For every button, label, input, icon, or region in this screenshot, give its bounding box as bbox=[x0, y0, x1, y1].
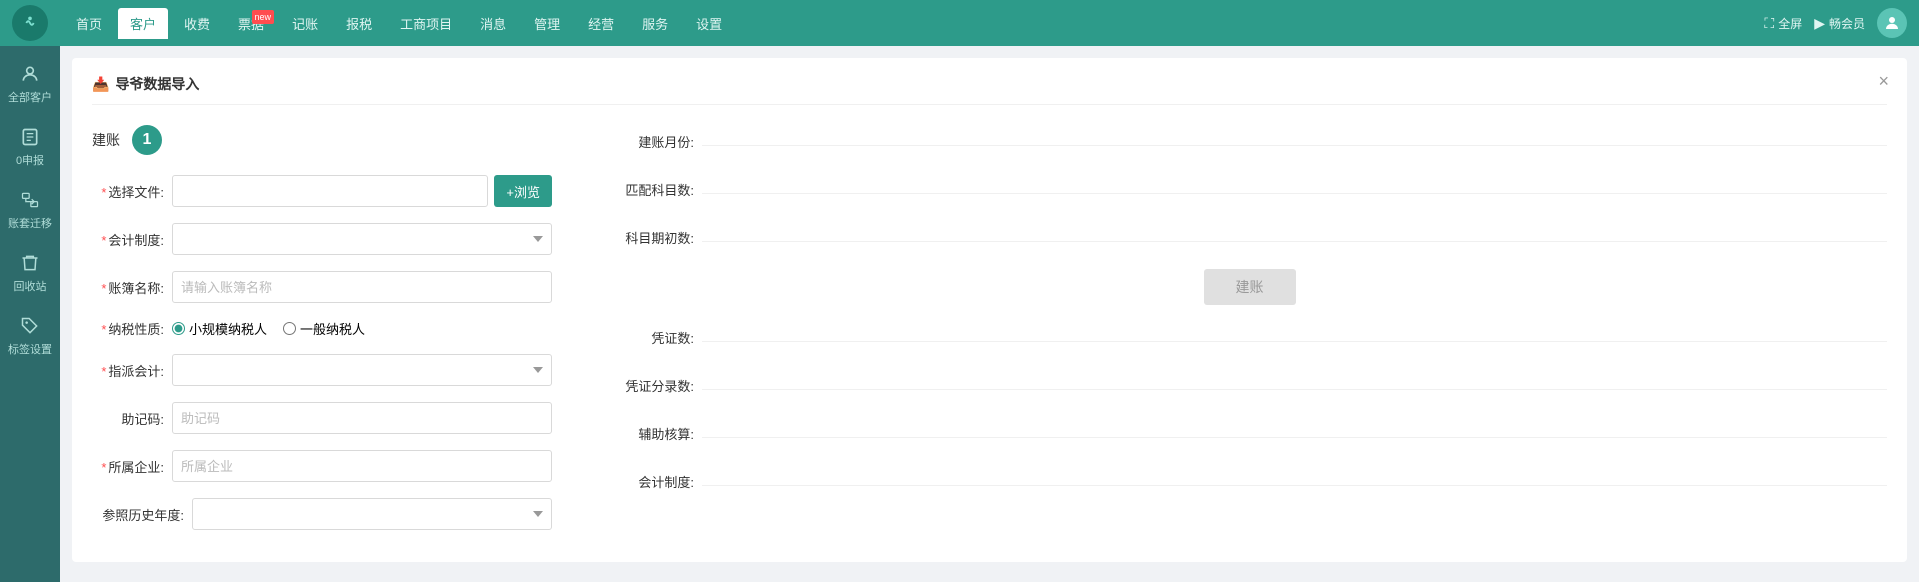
nav-item-message[interactable]: 消息 bbox=[468, 8, 518, 39]
step-indicator: 建账 1 bbox=[92, 125, 552, 155]
file-row: 选择文件: +浏览 bbox=[92, 175, 552, 207]
ledger-name-row: 账簿名称: bbox=[92, 271, 552, 303]
voucher-entries-label: 凭证分录数: bbox=[612, 376, 702, 395]
user-icon bbox=[18, 62, 42, 86]
auxiliary-value bbox=[702, 429, 1887, 438]
small-taxpayer-radio[interactable] bbox=[172, 322, 185, 335]
import-card: 📥 导爷数据导入 × 建账 1 选择文件: bbox=[72, 58, 1907, 562]
right-accounting-system-row: 会计制度: bbox=[612, 465, 1887, 497]
nav-item-home[interactable]: 首页 bbox=[64, 8, 114, 39]
company-label: 所属企业: bbox=[92, 457, 172, 476]
nav-item-service[interactable]: 服务 bbox=[630, 8, 680, 39]
card-header: 📥 导爷数据导入 bbox=[92, 74, 1887, 105]
memo-row: 助记码: bbox=[92, 402, 552, 434]
main-content: 📥 导爷数据导入 × 建账 1 选择文件: bbox=[60, 46, 1919, 582]
history-year-label: 参照历史年度: bbox=[92, 505, 192, 524]
ledger-name-label: 账簿名称: bbox=[92, 278, 172, 297]
subject-opening-row: 科目期初数: bbox=[612, 221, 1887, 253]
nav-item-business[interactable]: 工商项目 bbox=[388, 8, 464, 39]
assigned-accountant-select[interactable] bbox=[172, 354, 552, 386]
file-input-area: +浏览 bbox=[172, 175, 552, 207]
ledger-name-input[interactable] bbox=[172, 271, 552, 303]
accounting-month-value bbox=[702, 137, 1887, 146]
top-navigation: 首页 客户 收费 票据 new 记账 报税 工商项目 消息 管理 经营 服务 设… bbox=[0, 0, 1919, 46]
sidebar-item-trash[interactable]: 回收站 bbox=[0, 243, 60, 302]
tax-type-radio-group: 小规模纳税人 一般纳税人 bbox=[172, 319, 365, 338]
voucher-count-label: 凭证数: bbox=[612, 328, 702, 347]
form-right: 建账月份: 匹配科目数: 科目期初数: 建账 bbox=[592, 125, 1887, 546]
accounting-system-row: 会计制度: bbox=[92, 223, 552, 255]
nav-item-settings[interactable]: 设置 bbox=[684, 8, 734, 39]
voucher-count-value bbox=[702, 333, 1887, 342]
nav-item-operation[interactable]: 经营 bbox=[576, 8, 626, 39]
accounting-month-label: 建账月份: bbox=[612, 132, 702, 151]
card-title: 导爷数据导入 bbox=[115, 74, 199, 94]
tax-type-label: 纳税性质: bbox=[92, 319, 172, 338]
voucher-entries-value bbox=[702, 381, 1887, 390]
sidebar-item-declaration[interactable]: 0申报 bbox=[0, 117, 60, 176]
assigned-accountant-row: 指派会计: bbox=[92, 354, 552, 386]
company-input[interactable] bbox=[172, 450, 552, 482]
company-row: 所属企业: bbox=[92, 450, 552, 482]
match-subjects-value bbox=[702, 185, 1887, 194]
sidebar-item-transfer[interactable]: 账套迁移 bbox=[0, 180, 60, 239]
auxiliary-label: 辅助核算: bbox=[612, 424, 702, 443]
subject-opening-label: 科目期初数: bbox=[612, 228, 702, 247]
avatar[interactable] bbox=[1877, 8, 1907, 38]
match-subjects-label: 匹配科目数: bbox=[612, 180, 702, 199]
browse-button[interactable]: +浏览 bbox=[494, 175, 552, 207]
general-taxpayer-radio[interactable] bbox=[283, 322, 296, 335]
trash-icon bbox=[18, 251, 42, 275]
new-badge: new bbox=[252, 10, 275, 24]
accounting-month-row: 建账月份: bbox=[612, 125, 1887, 157]
nav-item-client[interactable]: 客户 bbox=[118, 8, 168, 39]
nav-item-invoice[interactable]: 票据 new bbox=[226, 8, 276, 39]
small-taxpayer-option[interactable]: 小规模纳税人 bbox=[172, 319, 267, 338]
history-year-select[interactable] bbox=[192, 498, 552, 530]
nav-item-manage[interactable]: 管理 bbox=[522, 8, 572, 39]
nav-item-accounting[interactable]: 记账 bbox=[280, 8, 330, 39]
voucher-entries-row: 凭证分录数: bbox=[612, 369, 1887, 401]
close-button[interactable]: × bbox=[1878, 72, 1889, 90]
nav-menu: 首页 客户 收费 票据 new 记账 报税 工商项目 消息 管理 经营 服务 设… bbox=[64, 8, 1764, 39]
file-input[interactable] bbox=[172, 175, 488, 207]
main-layout: 全部客户 0申报 账套迁移 bbox=[0, 46, 1919, 582]
tax-type-row: 纳税性质: 小规模纳税人 一般纳税人 bbox=[92, 319, 552, 338]
nav-item-tax[interactable]: 报税 bbox=[334, 8, 384, 39]
step-label: 建账 bbox=[92, 130, 120, 150]
member-button[interactable]: ▶ 畅会员 bbox=[1814, 15, 1865, 32]
memo-label: 助记码: bbox=[92, 409, 172, 428]
import-icon: 📥 bbox=[92, 76, 109, 93]
voucher-count-row: 凭证数: bbox=[612, 321, 1887, 353]
auxiliary-row: 辅助核算: bbox=[612, 417, 1887, 449]
sidebar: 全部客户 0申报 账套迁移 bbox=[0, 46, 60, 582]
match-subjects-row: 匹配科目数: bbox=[612, 173, 1887, 205]
subject-opening-value bbox=[702, 233, 1887, 242]
app-logo[interactable] bbox=[12, 5, 48, 41]
form-left: 建账 1 选择文件: +浏览 bbox=[92, 125, 592, 546]
right-accounting-system-value bbox=[702, 477, 1887, 486]
sidebar-item-all-clients[interactable]: 全部客户 bbox=[0, 54, 60, 113]
nav-item-fee[interactable]: 收费 bbox=[172, 8, 222, 39]
transfer-icon bbox=[18, 188, 42, 212]
history-year-row: 参照历史年度: bbox=[92, 498, 552, 530]
general-taxpayer-option[interactable]: 一般纳税人 bbox=[283, 319, 365, 338]
declaration-icon bbox=[18, 125, 42, 149]
tag-icon bbox=[18, 314, 42, 338]
file-label: 选择文件: bbox=[92, 182, 172, 201]
step-circle: 1 bbox=[132, 125, 162, 155]
accounting-system-label: 会计制度: bbox=[92, 230, 172, 249]
build-button[interactable]: 建账 bbox=[1204, 269, 1296, 305]
form-area: 建账 1 选择文件: +浏览 bbox=[92, 125, 1887, 546]
sidebar-item-tag-settings[interactable]: 标签设置 bbox=[0, 306, 60, 365]
fullscreen-button[interactable]: ⛶ 全屏 bbox=[1764, 15, 1802, 32]
assigned-accountant-label: 指派会计: bbox=[92, 361, 172, 380]
right-accounting-system-label: 会计制度: bbox=[612, 472, 702, 491]
accounting-system-select[interactable] bbox=[172, 223, 552, 255]
memo-input[interactable] bbox=[172, 402, 552, 434]
nav-right-area: ⛶ 全屏 ▶ 畅会员 bbox=[1764, 8, 1907, 38]
